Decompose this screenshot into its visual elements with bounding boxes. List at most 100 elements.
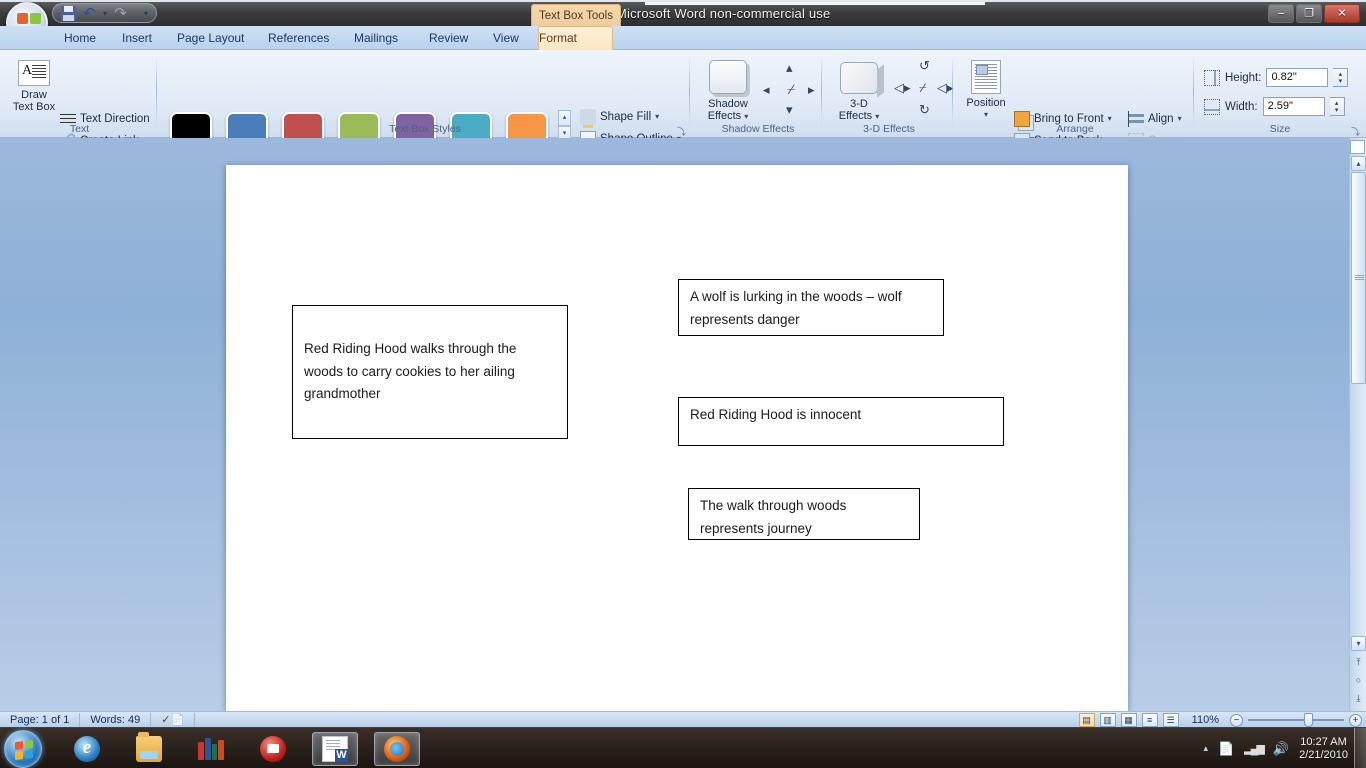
draw-text-box-button[interactable]: A Draw Text Box [10, 60, 58, 113]
full-screen-reading-view-button[interactable]: ▥ [1099, 713, 1116, 727]
width-input[interactable]: 2.59" [1262, 97, 1325, 116]
undo-icon[interactable]: ↶ [82, 6, 97, 21]
tab-format[interactable]: Format [538, 26, 613, 50]
height-input[interactable]: 0.82" [1266, 68, 1329, 87]
shadow-effects-label-2: Effects ▾ [707, 110, 749, 122]
three-d-tilt-pad: ↺ ◁▸ ⌿ ◁▸ ↻ [893, 58, 954, 124]
vertical-scrollbar[interactable]: ▴ ▾ ⤒ ○ ⤓ [1349, 138, 1366, 711]
tab-references[interactable]: References [256, 26, 341, 50]
next-page-icon[interactable]: ⤓ [1352, 692, 1365, 705]
ribbon-group-arrange: Position ▾ Bring to Front ▾ Send to Back… [956, 52, 1194, 171]
textbox-red-riding-hood-innocent[interactable]: Red Riding Hood is innocent [678, 397, 1004, 446]
save-icon[interactable] [61, 5, 76, 21]
textbox-walk-journey[interactable]: The walk through woods represents journe… [688, 488, 920, 540]
outline-view-button[interactable]: ≡ [1141, 713, 1158, 727]
height-field-row: Height: 0.82" ▴ ▾ [1204, 68, 1349, 87]
bring-to-front-dropdown-icon[interactable]: ▾ [1108, 114, 1112, 123]
scroll-up-button[interactable]: ▴ [1351, 156, 1366, 171]
ribbon: A Draw Text Box Text Direction 🔗 Create … [0, 50, 1366, 171]
clock[interactable]: 10:27 AM 2/21/2010 [1299, 736, 1348, 762]
zoom-in-button[interactable]: + [1349, 713, 1362, 727]
three-d-effects-icon [840, 62, 878, 94]
document-thumbnail-icon [1350, 140, 1365, 154]
scrollbar-thumb[interactable] [1351, 172, 1366, 384]
nudge-shadow-right-button[interactable]: ▸ [808, 82, 815, 98]
draw-text-box-label-2: Text Box [12, 101, 56, 113]
textbox-wolf-lurking[interactable]: A wolf is lurking in the woods – wolf re… [678, 279, 944, 336]
shadow-on-off-toggle[interactable]: ⌿ [787, 81, 795, 98]
tab-mailings[interactable]: Mailings [342, 26, 410, 50]
volume-icon[interactable]: 🔊 [1273, 741, 1289, 757]
show-hidden-icons-icon[interactable]: ▴ [1203, 743, 1208, 754]
group-label-text: Text [69, 123, 90, 135]
group-separator [952, 56, 953, 126]
start-button[interactable] [4, 730, 42, 768]
three-d-on-off-toggle[interactable]: ⌿ [919, 80, 927, 96]
tilt-up-button[interactable]: ↺ [919, 58, 930, 74]
ribbon-group-text-box-styles: ▴ ▾ ▾ Shape Fill ▾ Shape Outline ▾ Chang… [160, 52, 690, 169]
zoom-slider[interactable] [1248, 713, 1344, 727]
previous-page-icon[interactable]: ⤒ [1352, 656, 1365, 669]
tab-insert[interactable]: Insert [110, 26, 164, 50]
print-layout-view-button[interactable]: ▤ [1078, 713, 1095, 727]
document-canvas[interactable]: Red Riding Hood walks through the woods … [0, 138, 1366, 711]
height-spin-up-icon[interactable]: ▴ [1339, 71, 1343, 78]
group-label-arrange: Arrange [1056, 123, 1094, 135]
customize-qat-icon[interactable]: ▾ [144, 9, 148, 18]
web-layout-view-button[interactable]: ▦ [1120, 713, 1137, 727]
zoom-slider-thumb[interactable] [1304, 713, 1313, 727]
draft-view-button[interactable]: ☰ [1162, 713, 1179, 727]
taskbar-microsoft-word[interactable] [312, 732, 358, 766]
taskbar: ▴ 📄 ▂▄▆ 🔊 10:27 AM 2/21/2010 [0, 727, 1366, 768]
nudge-shadow-down-button[interactable]: ▾ [786, 102, 793, 118]
group-separator [1193, 56, 1194, 126]
scroll-down-button[interactable]: ▾ [1351, 636, 1366, 651]
tab-home[interactable]: Home [52, 26, 108, 50]
undo-dropdown-icon[interactable]: ▾ [103, 9, 107, 18]
width-spin-up-icon[interactable]: ▴ [1335, 100, 1339, 107]
textbox-red-riding-hood-walks[interactable]: Red Riding Hood walks through the woods … [292, 305, 568, 439]
network-icon[interactable]: ▂▄▆ [1244, 742, 1265, 755]
three-d-effects-button[interactable]: 3-D Effects ▾ [831, 62, 887, 123]
minimize-icon: – [1277, 7, 1285, 19]
status-word-count[interactable]: Words: 49 [80, 712, 152, 727]
shadow-effects-button[interactable]: Shadow Effects ▾ [700, 60, 756, 123]
taskbar-windows-explorer[interactable] [126, 732, 172, 766]
tab-review[interactable]: Review [417, 26, 480, 50]
shape-fill-label: Shape Fill [600, 110, 652, 123]
taskbar-office-suite[interactable] [188, 732, 234, 766]
position-dropdown-icon[interactable]: ▾ [960, 109, 1012, 121]
taskbar-firefox[interactable] [374, 732, 420, 766]
three-d-effects-label-1: 3-D [850, 98, 868, 110]
redo-icon[interactable]: ↷ [113, 6, 128, 21]
status-page-indicator[interactable]: Page: 1 of 1 [0, 712, 81, 727]
height-stepper[interactable]: ▴ ▾ [1333, 68, 1349, 87]
document-page[interactable]: Red Riding Hood walks through the woods … [226, 165, 1128, 711]
folder-icon [136, 732, 162, 762]
maximize-button[interactable]: ❐ [1296, 4, 1322, 23]
show-desktop-button[interactable] [1354, 728, 1366, 768]
height-spin-down-icon[interactable]: ▾ [1339, 78, 1343, 85]
zoom-level-label[interactable]: 110% [1192, 714, 1219, 726]
taskbar-internet-explorer[interactable] [64, 732, 110, 766]
nudge-shadow-up-button[interactable]: ▴ [786, 60, 793, 76]
action-center-icon[interactable]: 📄 [1218, 741, 1234, 757]
width-stepper[interactable]: ▴ ▾ [1329, 97, 1345, 116]
shadow-nudge-pad: ▴ ◂ ⌿ ▸ ▾ [762, 60, 820, 122]
width-spin-down-icon[interactable]: ▾ [1335, 107, 1339, 114]
zoom-out-button[interactable]: − [1230, 713, 1243, 727]
position-button[interactable]: Position ▾ [960, 60, 1012, 121]
tilt-left-button[interactable]: ◁▸ [894, 80, 911, 96]
tab-page-layout[interactable]: Page Layout [165, 26, 256, 50]
shape-fill-dropdown-icon[interactable]: ▾ [655, 112, 659, 121]
tilt-down-button[interactable]: ↻ [919, 102, 930, 118]
tab-view[interactable]: View [481, 26, 531, 50]
nudge-shadow-left-button[interactable]: ◂ [763, 82, 770, 98]
taskbar-media-player[interactable] [250, 732, 296, 766]
close-button[interactable]: ✕ [1324, 4, 1360, 23]
minimize-button[interactable]: – [1268, 4, 1294, 23]
proofing-status-icon[interactable]: ✓📄 [151, 712, 196, 727]
align-dropdown-icon[interactable]: ▾ [1178, 114, 1182, 123]
contextual-tab-title: Text Box Tools [531, 4, 621, 28]
select-browse-object-icon[interactable]: ○ [1352, 674, 1365, 687]
